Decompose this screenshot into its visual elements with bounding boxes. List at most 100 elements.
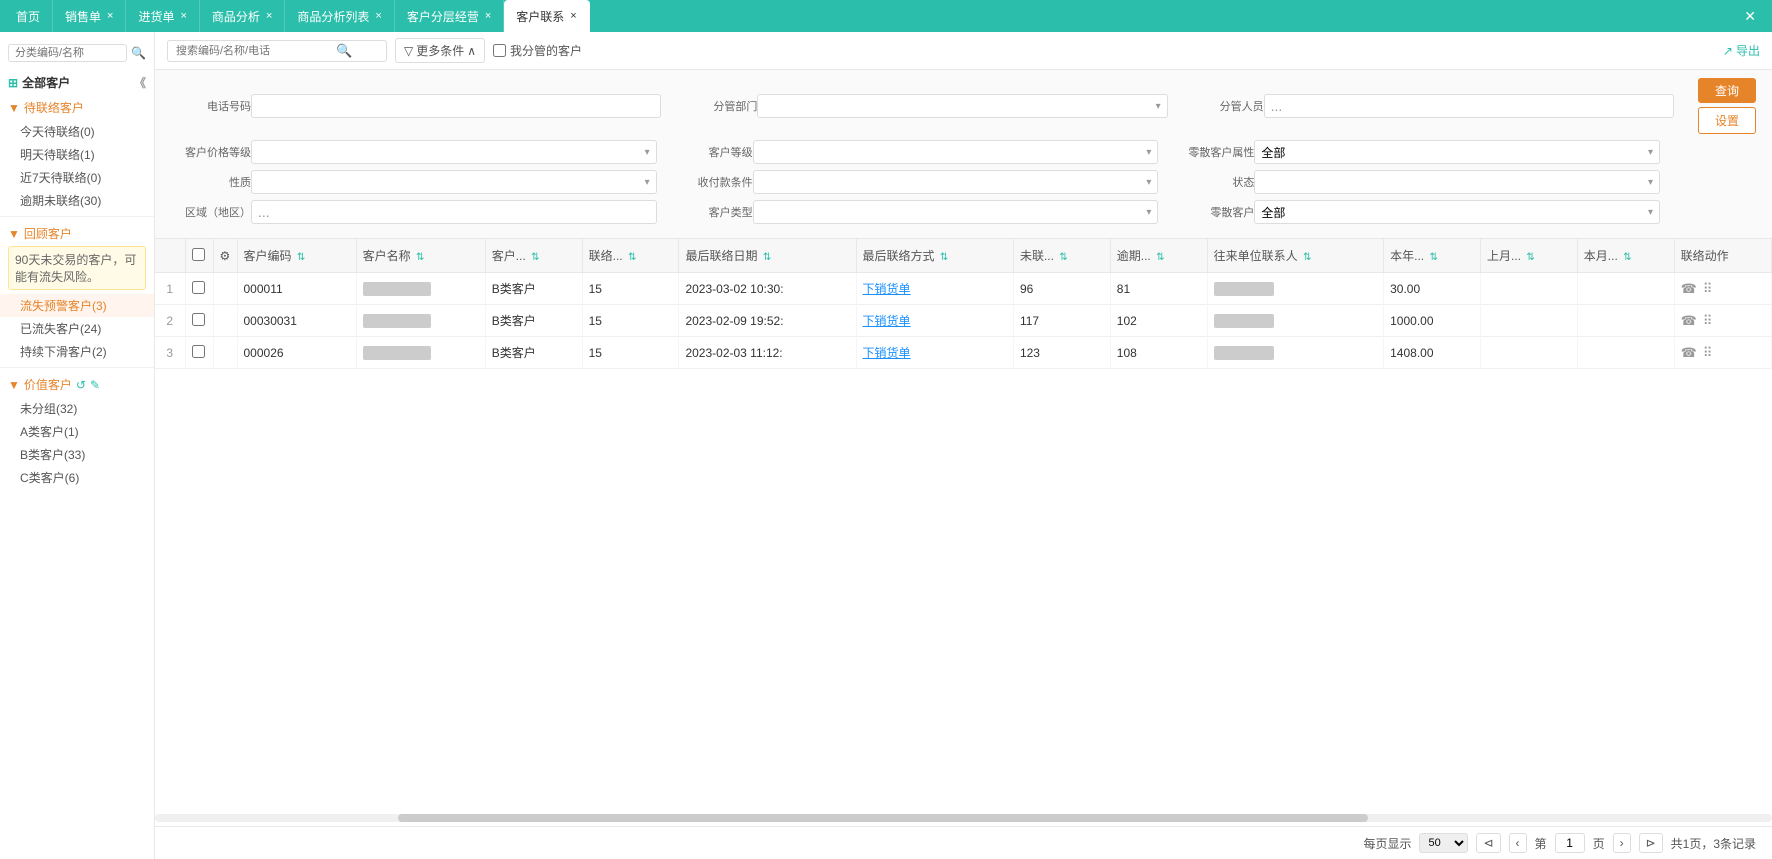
- row-type: B类客户: [485, 305, 582, 337]
- sidebar-item-class-a[interactable]: A类客户(1): [0, 420, 154, 443]
- sidebar-item-churn-warning[interactable]: 流失预警客户(3): [0, 294, 154, 317]
- tab-customer-union[interactable]: 客户联系 ×: [504, 0, 589, 32]
- my-customers-checkbox-label[interactable]: 我分管的客户: [493, 42, 582, 59]
- col-last-contact-date[interactable]: 最后联络日期 ⇅: [679, 239, 856, 273]
- tab-customer-segmentation[interactable]: 客户分层经营 ×: [395, 0, 504, 32]
- col-type[interactable]: 客户... ⇅: [485, 239, 582, 273]
- tab-home[interactable]: 首页: [4, 0, 53, 32]
- sidebar-item-tomorrow[interactable]: 明天待联络(1): [0, 143, 154, 166]
- close-icon[interactable]: ×: [266, 10, 272, 22]
- status-select[interactable]: ▾: [1254, 170, 1660, 194]
- next-page-button[interactable]: ›: [1613, 833, 1631, 853]
- tab-purchase[interactable]: 进货单 ×: [126, 0, 199, 32]
- contact-icon[interactable]: ☎: [1681, 345, 1697, 361]
- sidebar-search-icon[interactable]: 🔍: [131, 46, 146, 60]
- sidebar-item-overdue[interactable]: 逾期未联络(30): [0, 189, 154, 212]
- payment-field: 收付款条件 ▾: [673, 170, 1159, 194]
- customer-level-select[interactable]: ▾: [753, 140, 1159, 164]
- sidebar-search-box[interactable]: 🔍: [0, 40, 154, 66]
- retail-attr-select[interactable]: 全部 ▾: [1254, 140, 1660, 164]
- more-dots-icon[interactable]: ...: [1271, 98, 1283, 114]
- row-checkbox[interactable]: [192, 345, 205, 358]
- last-page-button[interactable]: ⊳: [1639, 833, 1663, 853]
- filter-search-icon[interactable]: 🔍: [336, 43, 352, 59]
- customer-price-level-select[interactable]: ▾: [251, 140, 657, 164]
- page-size-select[interactable]: 50 100 200: [1419, 833, 1468, 853]
- first-page-button[interactable]: ⊲: [1476, 833, 1500, 853]
- edit-icon[interactable]: ✎: [90, 378, 100, 392]
- sidebar-item-churned[interactable]: 已流失客户(24): [0, 317, 154, 340]
- col-unit-contact[interactable]: 往来单位联系人 ⇅: [1207, 239, 1384, 273]
- contact-icon[interactable]: ☎: [1681, 313, 1697, 329]
- region-select[interactable]: ...: [251, 200, 657, 224]
- sidebar-all-customers[interactable]: ⊞ 全部客户 《: [0, 70, 154, 95]
- my-customers-checkbox[interactable]: [493, 44, 506, 57]
- col-code[interactable]: 客户编码 ⇅: [237, 239, 356, 273]
- col-contact[interactable]: 联络... ⇅: [582, 239, 679, 273]
- row-checkbox-cell[interactable]: [185, 305, 213, 337]
- col-last-contact-method[interactable]: 最后联络方式 ⇅: [856, 239, 1013, 273]
- col-last-month[interactable]: 上月... ⇅: [1480, 239, 1577, 273]
- more-actions-icon[interactable]: ⠿: [1703, 281, 1713, 297]
- payment-select[interactable]: ▾: [753, 170, 1159, 194]
- dept-select[interactable]: ▾: [757, 94, 1167, 118]
- scrollbar-thumb[interactable]: [398, 814, 1368, 822]
- sidebar-section-pending[interactable]: ▼ 待联络客户: [0, 95, 154, 120]
- col-this-month[interactable]: 本月... ⇅: [1577, 239, 1674, 273]
- prev-page-button[interactable]: ‹: [1509, 833, 1527, 853]
- row-last-contact-method[interactable]: 下销货单: [856, 337, 1013, 369]
- more-conditions-button[interactable]: ▽ 更多条件 ∧: [395, 38, 485, 63]
- tab-product-analysis[interactable]: 商品分析 ×: [200, 0, 285, 32]
- sidebar-item-today[interactable]: 今天待联络(0): [0, 120, 154, 143]
- refresh-icon[interactable]: ↺: [76, 378, 86, 392]
- region-field: 区域（地区） ...: [171, 200, 657, 224]
- tab-sales[interactable]: 销售单 ×: [53, 0, 126, 32]
- row-checkbox[interactable]: [192, 281, 205, 294]
- sidebar-section-value[interactable]: ▼ 价值客户 ↺ ✎: [0, 372, 154, 397]
- sidebar-section-review[interactable]: ▼ 回顾客户: [0, 221, 154, 246]
- col-name[interactable]: 客户名称 ⇅: [356, 239, 485, 273]
- settings-icon[interactable]: ⚙: [220, 249, 231, 263]
- more-actions-icon[interactable]: ⠿: [1703, 345, 1713, 361]
- sidebar-collapse-button[interactable]: 《: [134, 74, 146, 91]
- close-icon[interactable]: ×: [107, 10, 113, 22]
- settings-button[interactable]: 设置: [1698, 107, 1756, 134]
- sidebar-item-declining[interactable]: 持续下滑客户(2): [0, 340, 154, 363]
- row-checkbox-cell[interactable]: [185, 337, 213, 369]
- col-overdue[interactable]: 逾期... ⇅: [1110, 239, 1207, 273]
- select-all-checkbox[interactable]: [192, 248, 205, 261]
- row-last-contact-method[interactable]: 下销货单: [856, 305, 1013, 337]
- close-icon[interactable]: ×: [375, 10, 381, 22]
- sidebar-item-ungrouped[interactable]: 未分组(32): [0, 397, 154, 420]
- main-layout: 🔍 ⊞ 全部客户 《 ▼ 待联络客户 今天待联络(0) 明天待联络(1) 近7天…: [0, 32, 1772, 859]
- sidebar-item-class-c[interactable]: C类客户(6): [0, 466, 154, 489]
- row-last-contact-method[interactable]: 下销货单: [856, 273, 1013, 305]
- sidebar-item-class-b[interactable]: B类客户(33): [0, 443, 154, 466]
- close-icon[interactable]: ×: [180, 10, 186, 22]
- phone-input[interactable]: [251, 94, 661, 118]
- filter-search-box[interactable]: 🔍: [167, 40, 387, 62]
- row-checkbox-cell[interactable]: [185, 273, 213, 305]
- contact-icon[interactable]: ☎: [1681, 281, 1697, 297]
- more-actions-icon[interactable]: ⠿: [1703, 313, 1713, 329]
- manager-select[interactable]: ...: [1264, 94, 1674, 118]
- sidebar-item-7days[interactable]: 近7天待联络(0): [0, 166, 154, 189]
- customer-type-select[interactable]: ▾: [753, 200, 1159, 224]
- horizontal-scrollbar[interactable]: [155, 814, 1772, 822]
- col-settings[interactable]: ⚙: [213, 239, 237, 273]
- query-button[interactable]: 查询: [1698, 78, 1756, 103]
- col-uncontacted[interactable]: 未联... ⇅: [1013, 239, 1110, 273]
- filter-search-input[interactable]: [176, 45, 336, 57]
- sidebar-search-input[interactable]: [8, 44, 127, 62]
- retail-customer-select[interactable]: 全部 ▾: [1254, 200, 1660, 224]
- tab-product-analysis-list[interactable]: 商品分析列表 ×: [285, 0, 394, 32]
- close-icon[interactable]: ×: [485, 10, 491, 22]
- col-this-year[interactable]: 本年... ⇅: [1384, 239, 1481, 273]
- gender-select[interactable]: ▾: [251, 170, 657, 194]
- row-checkbox[interactable]: [192, 313, 205, 326]
- more-dots-icon[interactable]: ...: [258, 204, 270, 220]
- window-close-button[interactable]: ✕: [1732, 8, 1768, 25]
- export-button[interactable]: ↗ 导出: [1723, 42, 1760, 59]
- page-number-input[interactable]: [1555, 833, 1585, 853]
- close-icon[interactable]: ×: [570, 10, 576, 22]
